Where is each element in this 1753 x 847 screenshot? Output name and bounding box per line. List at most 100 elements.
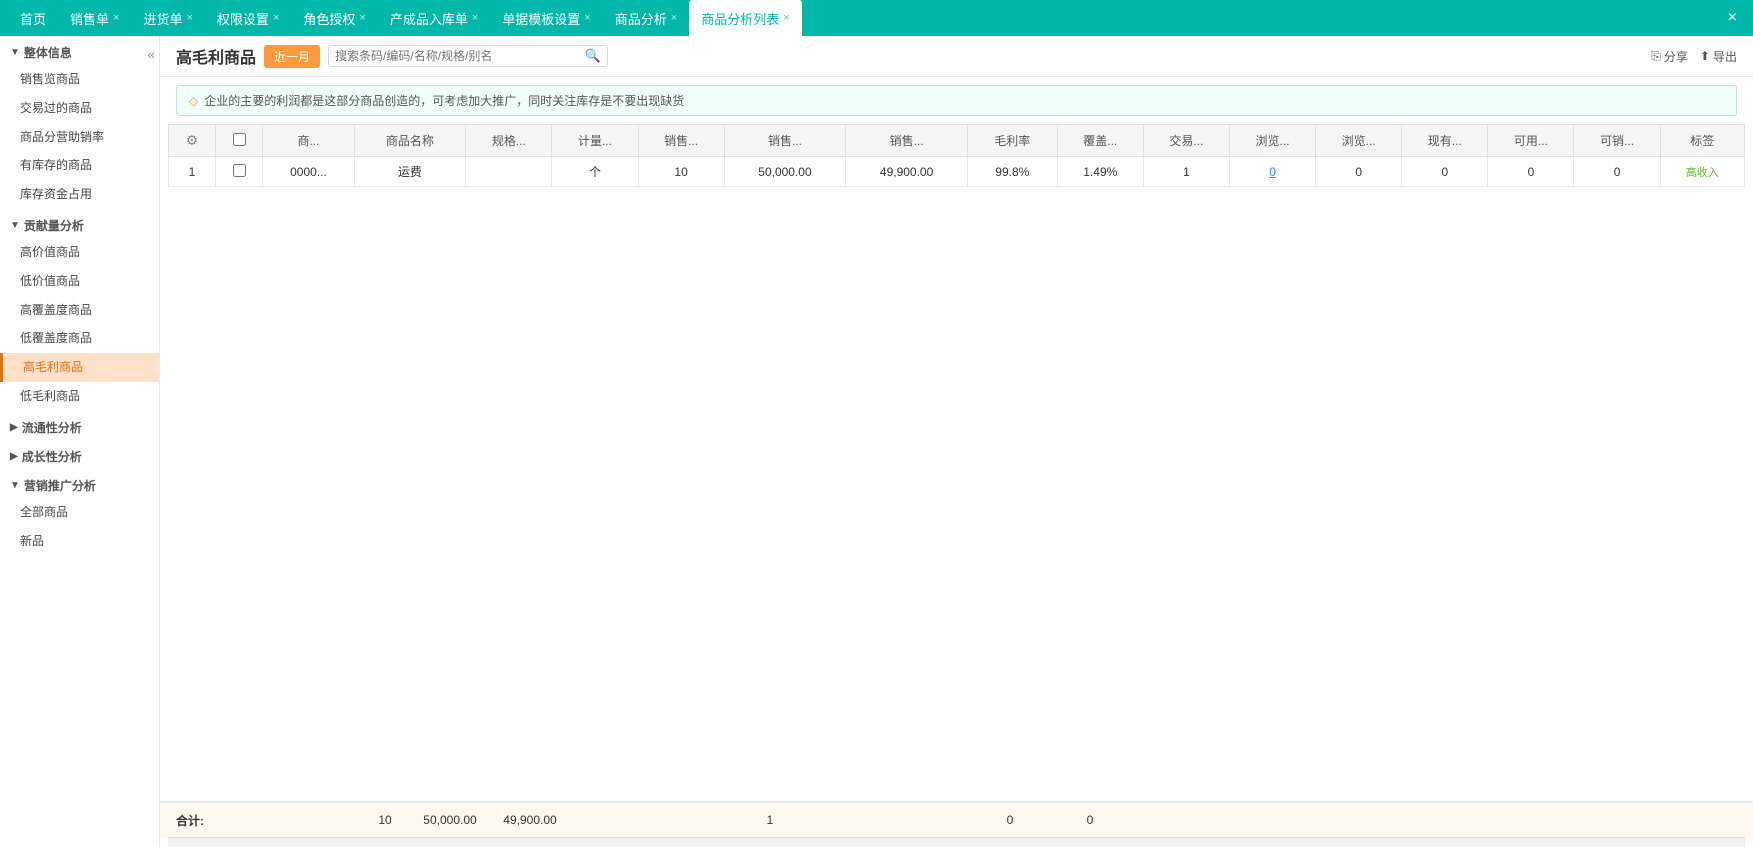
col-available[interactable]: 可用... bbox=[1488, 125, 1574, 157]
cell-unit: 个 bbox=[552, 157, 638, 187]
filter-period-button[interactable]: 近一月 bbox=[264, 45, 320, 68]
sidebar-item-high-value[interactable]: 高价值商品 bbox=[0, 238, 159, 267]
group-arrow-growth: ▶ bbox=[10, 451, 18, 462]
col-gross-rate[interactable]: 毛利率 bbox=[967, 125, 1057, 157]
nav-analysis-close[interactable]: × bbox=[671, 12, 677, 24]
col-stock[interactable]: 现有... bbox=[1402, 125, 1488, 157]
sidebar-group-overall[interactable]: ▼ 整体信息 bbox=[0, 36, 159, 65]
nav-template[interactable]: 单据模板设置 × bbox=[490, 0, 602, 36]
table-header-row: ⚙ 商... 商品名称 规格... 计量... 销售... 销售... 销售..… bbox=[169, 125, 1745, 157]
sidebar-item-high-gross[interactable]: 高毛利商品 bbox=[0, 353, 159, 382]
group-arrow-circulation: ▶ bbox=[10, 422, 18, 433]
nav-purchase-close[interactable]: × bbox=[186, 12, 192, 24]
nav-product-close[interactable]: × bbox=[472, 12, 478, 24]
export-icon: ⬆ bbox=[1700, 49, 1710, 63]
cell-sales-cost: 49,900.00 bbox=[846, 157, 968, 187]
search-box: 🔍 bbox=[328, 45, 608, 67]
footer-stock: 0 bbox=[970, 813, 1050, 827]
cell-tag: 高收入 bbox=[1660, 157, 1744, 187]
search-icon[interactable]: 🔍 bbox=[585, 48, 601, 64]
nav-home[interactable]: 首页 bbox=[8, 0, 58, 36]
col-sales-cost[interactable]: 销售... bbox=[846, 125, 968, 157]
nav-role[interactable]: 角色授权 × bbox=[291, 0, 377, 36]
export-button[interactable]: ⬆ 导出 bbox=[1700, 48, 1737, 65]
nav-product-inbound[interactable]: 产成品入库单 × bbox=[378, 0, 490, 36]
sidebar: « ▼ 整体信息 销售览商品 交易过的商品 商品分营助销率 有库存的商品 库存资… bbox=[0, 36, 160, 847]
sidebar-group-growth[interactable]: ▶ 成长性分析 bbox=[0, 440, 159, 469]
group-arrow-contribution: ▼ bbox=[10, 220, 20, 231]
col-tag[interactable]: 标签 bbox=[1660, 125, 1744, 157]
sidebar-group-marketing[interactable]: ▼ 营销推广分析 bbox=[0, 469, 159, 498]
nav-sales-close[interactable]: × bbox=[113, 12, 119, 24]
data-table-wrapper[interactable]: ⚙ 商... 商品名称 规格... 计量... 销售... 销售... 销售..… bbox=[168, 124, 1745, 801]
col-name[interactable]: 商品名称 bbox=[354, 125, 466, 157]
col-code[interactable]: 商... bbox=[263, 125, 354, 157]
footer-totals: 合计: 10 50,000.00 49,900.00 1 0 0 bbox=[160, 801, 1753, 837]
col-spec[interactable]: 规格... bbox=[466, 125, 552, 157]
col-sales-qty[interactable]: 销售... bbox=[638, 125, 724, 157]
content-header: 高毛利商品 近一月 🔍 ⎘ 分享 ⬆ 导出 bbox=[160, 36, 1753, 77]
share-icon: ⎘ bbox=[1651, 49, 1661, 64]
cell-code: 0000... bbox=[263, 157, 354, 187]
sidebar-item-new-products[interactable]: 新品 bbox=[0, 527, 159, 556]
sidebar-item-sales-rate[interactable]: 商品分营助销率 bbox=[0, 123, 159, 152]
sidebar-group-circulation[interactable]: ▶ 流通性分析 bbox=[0, 411, 159, 440]
col-saleable[interactable]: 可销... bbox=[1574, 125, 1660, 157]
col-coverage[interactable]: 覆盖... bbox=[1057, 125, 1143, 157]
col-settings[interactable]: ⚙ bbox=[169, 125, 216, 157]
cell-sales-qty: 10 bbox=[638, 157, 724, 187]
nav-role-close[interactable]: × bbox=[359, 12, 365, 24]
sidebar-item-traded[interactable]: 交易过的商品 bbox=[0, 94, 159, 123]
cell-available: 0 bbox=[1488, 157, 1574, 187]
cell-trade-count: 1 bbox=[1143, 157, 1229, 187]
sidebar-item-in-stock[interactable]: 有库存的商品 bbox=[0, 151, 159, 180]
cell-stock: 0 bbox=[1402, 157, 1488, 187]
cell-browse1[interactable]: 0 bbox=[1229, 157, 1315, 187]
group-arrow-overall: ▼ bbox=[10, 47, 20, 58]
cell-checkbox[interactable] bbox=[215, 157, 263, 187]
sidebar-item-low-gross[interactable]: 低毛利商品 bbox=[0, 382, 159, 411]
nav-template-close[interactable]: × bbox=[584, 12, 590, 24]
cell-sales-amt: 50,000.00 bbox=[724, 157, 846, 187]
col-sales-amt[interactable]: 销售... bbox=[724, 125, 846, 157]
footer-sales-amt: 50,000.00 bbox=[410, 813, 490, 827]
col-browse1[interactable]: 浏览... bbox=[1229, 125, 1315, 157]
search-input[interactable] bbox=[335, 49, 585, 63]
sidebar-item-low-value[interactable]: 低价值商品 bbox=[0, 267, 159, 296]
footer-sales-qty: 10 bbox=[360, 813, 410, 827]
nav-sales[interactable]: 销售单 × bbox=[58, 0, 131, 36]
cell-spec bbox=[466, 157, 552, 187]
content-area: 高毛利商品 近一月 🔍 ⎘ 分享 ⬆ 导出 ◇ 企业的主要的利润都是这部分商品创… bbox=[160, 36, 1753, 847]
col-checkbox bbox=[215, 125, 263, 157]
nav-permission[interactable]: 权限设置 × bbox=[205, 0, 291, 36]
sidebar-collapse-button[interactable]: « bbox=[143, 44, 159, 64]
table-row: 1 0000... 运费 个 10 50,000.00 49,900.00 99… bbox=[169, 157, 1745, 187]
sidebar-item-low-coverage[interactable]: 低覆盖度商品 bbox=[0, 324, 159, 353]
nav-product-analysis-list[interactable]: 商品分析列表 × bbox=[689, 0, 801, 36]
sidebar-item-sales-overview[interactable]: 销售览商品 bbox=[0, 65, 159, 94]
sidebar-item-all-products[interactable]: 全部商品 bbox=[0, 498, 159, 527]
sidebar-group-contribution[interactable]: ▼ 贡献量分析 bbox=[0, 209, 159, 238]
row-checkbox[interactable] bbox=[233, 164, 246, 177]
horizontal-scrollbar[interactable] bbox=[168, 837, 1745, 847]
col-trade-count[interactable]: 交易... bbox=[1143, 125, 1229, 157]
window-close-button[interactable]: × bbox=[1720, 9, 1745, 27]
nav-purchase[interactable]: 进货单 × bbox=[131, 0, 204, 36]
sidebar-item-high-coverage[interactable]: 高覆盖度商品 bbox=[0, 296, 159, 325]
col-browse2[interactable]: 浏览... bbox=[1316, 125, 1402, 157]
header-actions: ⎘ 分享 ⬆ 导出 bbox=[1651, 48, 1737, 65]
footer-available: 0 bbox=[1050, 813, 1130, 827]
browse1-link[interactable]: 0 bbox=[1269, 165, 1276, 179]
col-unit[interactable]: 计量... bbox=[552, 125, 638, 157]
nav-analysis-list-close[interactable]: × bbox=[783, 12, 789, 24]
select-all-checkbox[interactable] bbox=[233, 133, 246, 146]
nav-product-analysis[interactable]: 商品分析 × bbox=[603, 0, 689, 36]
sidebar-item-stock-capital[interactable]: 库存资金占用 bbox=[0, 180, 159, 209]
column-settings-icon[interactable]: ⚙ bbox=[186, 132, 199, 148]
footer-trade-count: 1 bbox=[730, 813, 810, 827]
data-table: ⚙ 商... 商品名称 规格... 计量... 销售... 销售... 销售..… bbox=[168, 124, 1745, 187]
nav-permission-close[interactable]: × bbox=[273, 12, 279, 24]
tag-label: 高收入 bbox=[1686, 167, 1719, 179]
group-arrow-marketing: ▼ bbox=[10, 480, 20, 491]
share-button[interactable]: ⎘ 分享 bbox=[1651, 48, 1688, 65]
